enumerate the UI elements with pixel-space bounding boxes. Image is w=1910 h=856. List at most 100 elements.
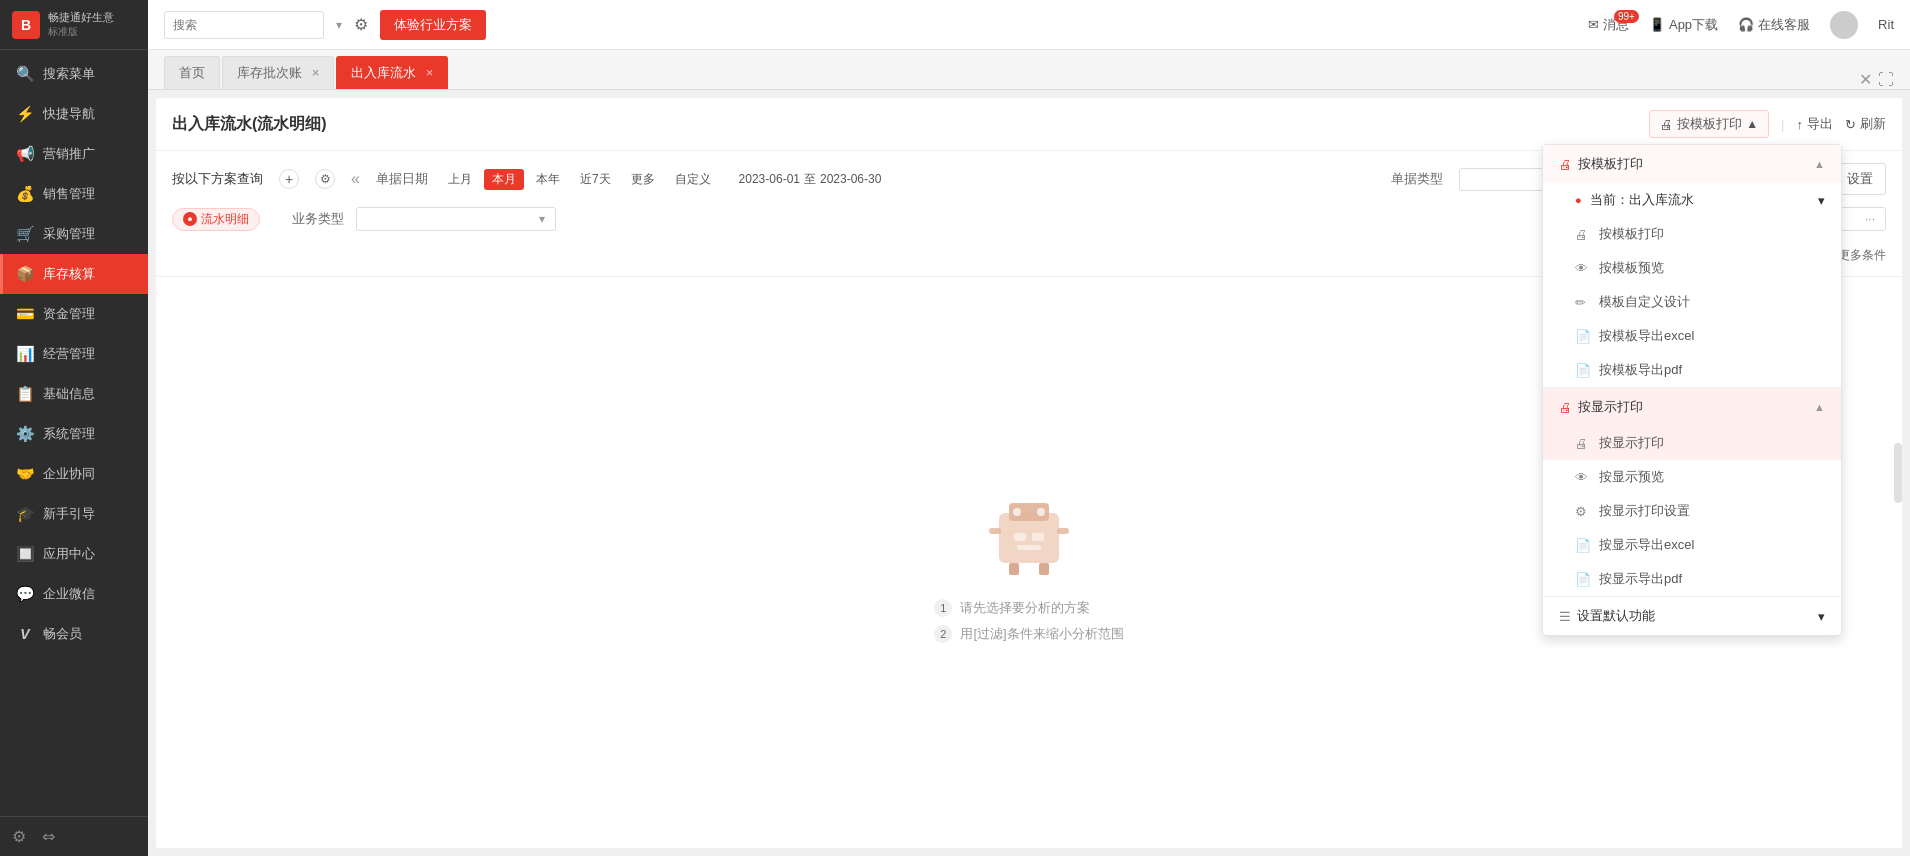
sidebar-item-finance[interactable]: 💳 资金管理 (0, 294, 148, 334)
template-print-item[interactable]: 🖨 按模板打印 (1543, 217, 1841, 251)
current-template-item[interactable]: ● 当前：出入库流水 ▾ (1543, 183, 1841, 217)
display-print-icon: 🖨 (1575, 436, 1591, 451)
mobile-icon: 📱 (1649, 17, 1665, 32)
sidebar-item-label-app-center: 应用中心 (43, 545, 95, 563)
sidebar-item-enterprise[interactable]: 🤝 企业协同 (0, 454, 148, 494)
tab-flow-close[interactable]: × (426, 65, 434, 80)
custom-item-icon: ✏ (1575, 295, 1591, 310)
template-print-header-icon: 🖨 (1559, 157, 1572, 172)
svg-rect-8 (1057, 528, 1069, 534)
display-print-label: 按显示打印 (1599, 434, 1664, 452)
display-print-item[interactable]: 🖨 按显示打印 (1543, 426, 1841, 460)
graduate-icon: 🎓 (15, 504, 35, 524)
tab-expand-icon[interactable]: ⛶ (1878, 71, 1894, 89)
tab-home[interactable]: 首页 (164, 56, 220, 89)
logo-icon: B (12, 11, 40, 39)
display-export-pdf-label: 按显示导出pdf (1599, 570, 1682, 588)
biz-type-select[interactable]: ▾ (356, 207, 556, 231)
template-print-header-label: 按模板打印 (1578, 155, 1643, 173)
svg-rect-6 (1017, 545, 1041, 550)
print-dropdown-chevron[interactable]: ▲ (1746, 117, 1758, 131)
template-preview-item[interactable]: 👁 按模板预览 (1543, 251, 1841, 285)
default-section-header[interactable]: ☰ 设置默认功能 ▾ (1543, 596, 1841, 635)
svg-rect-9 (1009, 563, 1019, 575)
print-dropdown-panel: 🖨 按模板打印 ▲ ● 当前：出入库流水 ▾ 🖨 按模板打印 👁 按模板预览 ✏ (1542, 144, 1842, 636)
filter-add-button[interactable]: + (279, 169, 299, 189)
warehouse-dots-icon[interactable]: ··· (1865, 212, 1875, 226)
date-btn-7days[interactable]: 近7天 (572, 169, 619, 190)
display-preview-icon: 👁 (1575, 470, 1591, 485)
filter-settings-button[interactable]: ⚙ (315, 169, 335, 189)
tab-batch[interactable]: 库存批次账 × (222, 56, 334, 89)
tab-flow-label: 出入库流水 (351, 65, 416, 80)
topbar-search-input[interactable] (164, 11, 324, 39)
sidebar-item-inventory[interactable]: 📦 库存核算 (0, 254, 148, 294)
sidebar-item-label-basic-info: 基础信息 (43, 385, 95, 403)
user-avatar[interactable] (1830, 11, 1858, 39)
tab-batch-close[interactable]: × (312, 65, 320, 80)
filter-collapse-icon[interactable]: « (351, 170, 360, 188)
sidebar-item-operations[interactable]: 📊 经营管理 (0, 334, 148, 374)
export-label: 导出 (1807, 115, 1833, 133)
online-service-button[interactable]: 🎧 在线客服 (1738, 16, 1810, 34)
sidebar-item-marketing[interactable]: 📢 营销推广 (0, 134, 148, 174)
sidebar-item-label-quick-nav: 快捷导航 (43, 105, 95, 123)
display-preview-label: 按显示预览 (1599, 468, 1664, 486)
template-custom-item[interactable]: ✏ 模板自定义设计 (1543, 285, 1841, 319)
date-btn-this-year[interactable]: 本年 (528, 169, 568, 190)
vip-icon: V (15, 624, 35, 644)
svg-rect-7 (989, 528, 1001, 534)
display-export-pdf-item[interactable]: 📄 按显示导出pdf (1543, 562, 1841, 596)
date-btn-more[interactable]: 更多 (623, 169, 663, 190)
collapse-sidebar-icon[interactable]: ⇔ (42, 827, 55, 846)
topbar-dropdown-chevron[interactable]: ▾ (336, 18, 342, 32)
template-export-pdf-item[interactable]: 📄 按模板导出pdf (1543, 353, 1841, 387)
sidebar-item-sales[interactable]: 💰 销售管理 (0, 174, 148, 214)
app-download-button[interactable]: 📱 App下载 (1649, 16, 1718, 34)
template-print-button[interactable]: 🖨 按模板打印 ▲ (1649, 110, 1769, 138)
sidebar-item-guide[interactable]: 🎓 新手引导 (0, 494, 148, 534)
flow-detail-label: 流水明细 (201, 211, 249, 228)
grid-icon: 🔲 (15, 544, 35, 564)
date-btn-custom[interactable]: 自定义 (667, 169, 719, 190)
sidebar-item-system[interactable]: ⚙️ 系统管理 (0, 414, 148, 454)
display-print-header-label: 按显示打印 (1578, 398, 1643, 416)
divider1: | (1781, 117, 1784, 132)
display-export-excel-item[interactable]: 📄 按显示导出excel (1543, 528, 1841, 562)
topbar-settings-icon[interactable]: ⚙ (354, 15, 368, 34)
sidebar-item-quick-nav[interactable]: ⚡ 快捷导航 (0, 94, 148, 134)
tab-close-all-icon[interactable]: ✕ (1859, 70, 1872, 89)
template-print-section-header[interactable]: 🖨 按模板打印 ▲ (1543, 145, 1841, 183)
sidebar-item-label-purchase: 采购管理 (43, 225, 95, 243)
sidebar-item-enterprise-wechat[interactable]: 💬 企业微信 (0, 574, 148, 614)
template-section-chevron: ▲ (1814, 158, 1825, 170)
scroll-indicator[interactable] (1894, 443, 1902, 503)
date-btn-last-month[interactable]: 上月 (440, 169, 480, 190)
sidebar-item-search[interactable]: 🔍 搜索菜单 (0, 54, 148, 94)
svg-point-2 (1013, 508, 1021, 516)
display-print-settings-label: 按显示打印设置 (1599, 502, 1690, 520)
refresh-button[interactable]: ↻ 刷新 (1845, 115, 1886, 133)
print-item-icon: 🖨 (1575, 227, 1591, 242)
sidebar-item-label-finance: 资金管理 (43, 305, 95, 323)
handshake-icon: 🤝 (15, 464, 35, 484)
current-template-label: 当前：出入库流水 (1590, 191, 1694, 209)
display-print-settings-item[interactable]: ⚙ 按显示打印设置 (1543, 494, 1841, 528)
template-export-excel-item[interactable]: 📄 按模板导出excel (1543, 319, 1841, 353)
date-filter-label: 单据日期 (376, 170, 428, 188)
display-print-section-header[interactable]: 🖨 按显示打印 ▲ (1543, 387, 1841, 426)
display-preview-item[interactable]: 👁 按显示预览 (1543, 460, 1841, 494)
date-btn-this-month[interactable]: 本月 (484, 169, 524, 190)
industry-solution-button[interactable]: 体验行业方案 (380, 10, 486, 40)
tab-flow[interactable]: 出入库流水 × (336, 56, 448, 89)
settings-bottom-icon[interactable]: ⚙ (12, 827, 26, 846)
sidebar-item-vip[interactable]: V 畅会员 (0, 614, 148, 654)
sidebar-item-purchase[interactable]: 🛒 采购管理 (0, 214, 148, 254)
export-icon: ↑ (1797, 117, 1804, 132)
flow-detail-tag[interactable]: ● 流水明细 (172, 208, 260, 231)
message-button[interactable]: ✉ 消息 99+ (1588, 16, 1629, 34)
export-button[interactable]: ↑ 导出 (1797, 115, 1834, 133)
sidebar-item-basic-info[interactable]: 📋 基础信息 (0, 374, 148, 414)
sidebar-item-app-center[interactable]: 🔲 应用中心 (0, 534, 148, 574)
sidebar-item-label-enterprise: 企业协同 (43, 465, 95, 483)
